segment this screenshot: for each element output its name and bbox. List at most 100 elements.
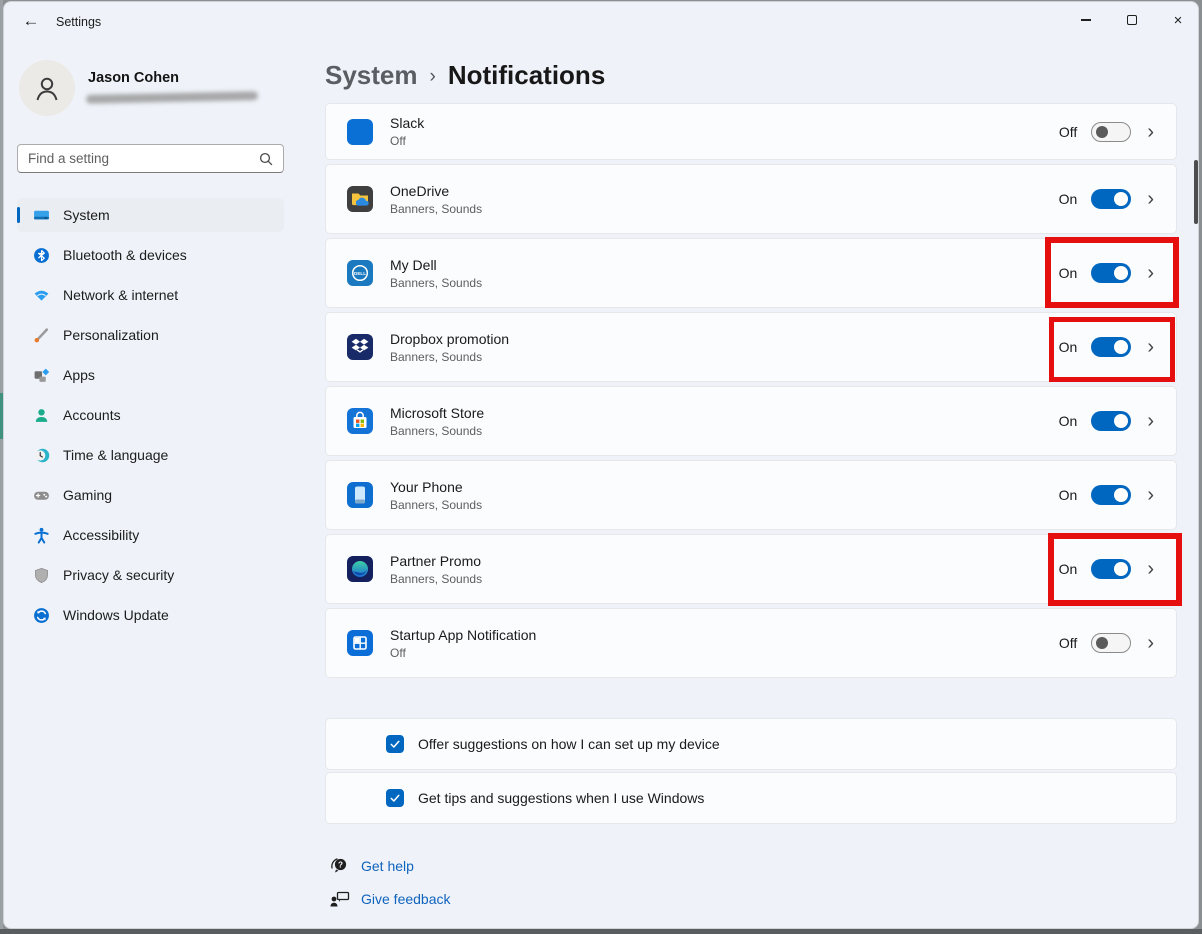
row-text: Your Phone Banners, Sounds [390,479,1059,512]
app-name: Dropbox promotion [390,331,1059,347]
update-refresh-icon [33,607,50,624]
svg-text:?: ? [338,860,343,869]
minimize-icon [1081,19,1091,20]
checkbox-label: Get tips and suggestions when I use Wind… [418,790,704,806]
app-row-onedrive[interactable]: OneDrive Banners, Sounds On › [325,164,1177,234]
minimize-button[interactable] [1066,7,1106,33]
notification-toggle[interactable] [1091,485,1131,505]
system-icon [33,207,50,224]
sidebar-item-label: Accessibility [63,527,139,543]
breadcrumb-root[interactable]: System [325,60,418,91]
notification-toggle[interactable] [1091,633,1131,653]
accessibility-person-icon [33,527,50,544]
toggle-state-label: Off [1059,124,1077,140]
toggle-state-label: On [1059,265,1078,281]
app-status: Off [390,134,1059,148]
notification-toggle[interactable] [1091,122,1131,142]
slack-app-icon [346,118,374,146]
row-text: OneDrive Banners, Sounds [390,183,1059,216]
sidebar-item-accounts[interactable]: Accounts [17,398,284,432]
row-text: Dropbox promotion Banners, Sounds [390,331,1059,364]
app-row-dropbox-promotion[interactable]: Dropbox promotion Banners, Sounds On › [325,312,1177,382]
titlebar: ← Settings × [3,1,1199,41]
avatar[interactable] [19,60,75,116]
chevron-right-icon[interactable]: › [1147,559,1154,579]
sidebar-item-personalization[interactable]: Personalization [17,318,284,352]
sidebar-item-accessibility[interactable]: Accessibility [17,518,284,552]
onedrive-app-icon [346,185,374,213]
chevron-right-icon[interactable]: › [1147,189,1154,209]
toggle-state-label: On [1059,487,1078,503]
app-row-startup-app-notification[interactable]: Startup App Notification Off Off › [325,608,1177,678]
shield-icon [33,567,50,584]
breadcrumb: System › Notifications [325,60,605,91]
dropbox-app-icon [346,333,374,361]
scrollbar-thumb[interactable] [1194,160,1198,224]
startup-app-icon [346,629,374,657]
account-person-icon [33,407,50,424]
apps-grid-icon [33,367,50,384]
sidebar-item-label: Gaming [63,487,112,503]
suggestion-row-tips[interactable]: Get tips and suggestions when I use Wind… [325,772,1177,824]
sidebar-item-label: Personalization [63,327,159,343]
back-button[interactable]: ← [18,9,44,33]
suggestion-row-setup-device[interactable]: Offer suggestions on how I can set up my… [325,718,1177,770]
notification-toggle[interactable] [1091,337,1131,357]
toggle-knob [1096,126,1108,138]
chevron-right-icon[interactable]: › [1147,411,1154,431]
your-phone-app-icon [346,481,374,509]
paintbrush-icon [33,327,50,344]
search-box[interactable] [17,144,284,173]
sidebar-item-label: Bluetooth & devices [63,247,187,263]
checkbox-label: Offer suggestions on how I can set up my… [418,736,720,752]
sidebar-item-bluetooth-devices[interactable]: Bluetooth & devices [17,238,284,272]
app-name: Your Phone [390,479,1059,495]
maximize-button[interactable] [1112,7,1152,33]
svg-text:DELL: DELL [354,271,366,276]
give-feedback-link-row: Give feedback [329,888,451,910]
person-icon [32,73,62,103]
chevron-right-icon[interactable]: › [1147,485,1154,505]
app-row-your-phone[interactable]: Your Phone Banners, Sounds On › [325,460,1177,530]
app-row-slack[interactable]: Slack Off Off › [325,103,1177,160]
toggle-knob [1114,340,1128,354]
sidebar-item-label: Privacy & security [63,567,174,583]
notification-toggle[interactable] [1091,411,1131,431]
row-text: My Dell Banners, Sounds [390,257,1059,290]
toggle-state-label: Off [1059,635,1077,651]
user-name: Jason Cohen [88,70,179,86]
chevron-right-icon[interactable]: › [1147,263,1154,283]
get-help-link[interactable]: Get help [361,858,414,874]
app-row-my-dell[interactable]: DELL My Dell Banners, Sounds On › [325,238,1177,308]
checkmark-icon [389,792,401,804]
app-row-partner-promo[interactable]: Partner Promo Banners, Sounds On › [325,534,1177,604]
give-feedback-link[interactable]: Give feedback [361,891,451,907]
partner-promo-app-icon [346,555,374,583]
notification-toggle[interactable] [1091,559,1131,579]
notification-toggle[interactable] [1091,263,1131,283]
toggle-knob [1114,414,1128,428]
notification-toggle[interactable] [1091,189,1131,209]
sidebar-item-apps[interactable]: Apps [17,358,284,392]
search-input[interactable] [28,151,259,166]
sidebar-item-privacy-security[interactable]: Privacy & security [17,558,284,592]
sidebar-nav: System Bluetooth & devices Network & int… [17,198,284,638]
checkbox-get-tips[interactable] [386,789,404,807]
app-name: Startup App Notification [390,627,1059,643]
gamepad-icon [33,487,50,504]
sidebar-item-time-language[interactable]: Time & language [17,438,284,472]
sidebar-item-network-internet[interactable]: Network & internet [17,278,284,312]
app-status: Banners, Sounds [390,424,1059,438]
row-text: Slack Off [390,115,1059,148]
chevron-right-icon[interactable]: › [1147,122,1154,142]
sidebar-item-system[interactable]: System [17,198,284,232]
chevron-right-icon[interactable]: › [1147,633,1154,653]
background-edge [0,929,1202,934]
sidebar-item-windows-update[interactable]: Windows Update [17,598,284,632]
app-row-microsoft-store[interactable]: Microsoft Store Banners, Sounds On › [325,386,1177,456]
checkbox-offer-suggestions[interactable] [386,735,404,753]
close-button[interactable]: × [1158,7,1198,33]
app-name: Slack [390,115,1059,131]
sidebar-item-gaming[interactable]: Gaming [17,478,284,512]
chevron-right-icon[interactable]: › [1147,337,1154,357]
